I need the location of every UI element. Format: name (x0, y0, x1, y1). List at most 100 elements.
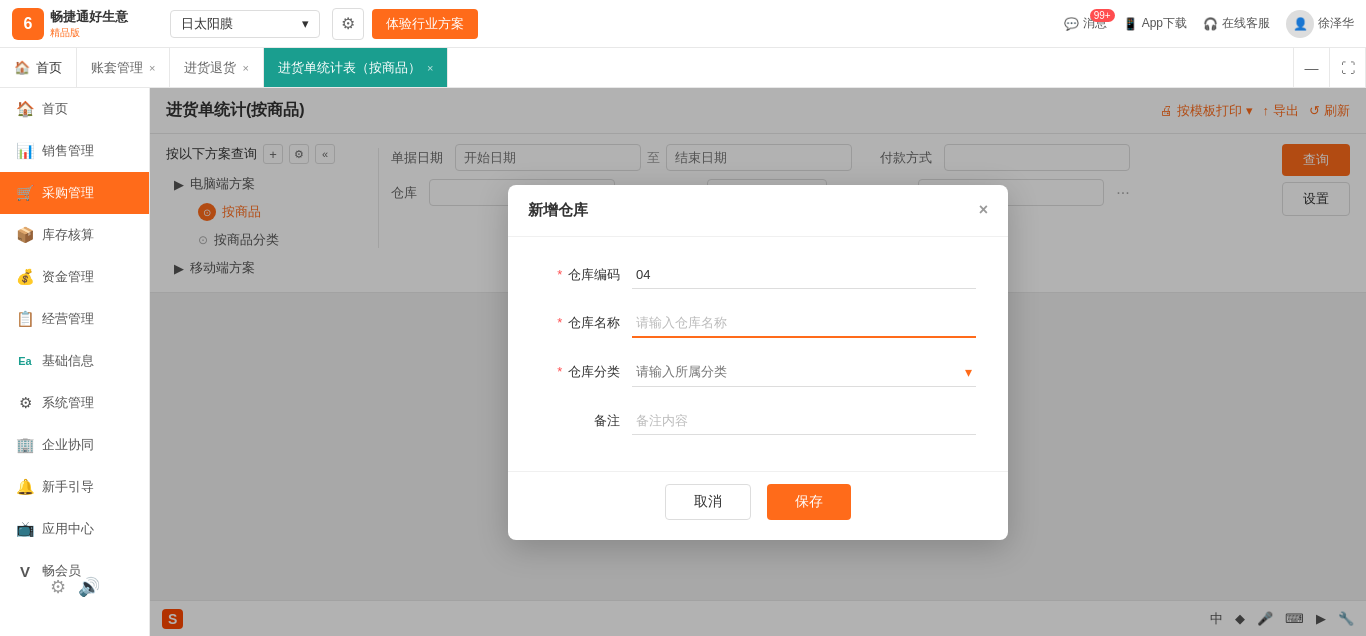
sidebar-item-enterprise[interactable]: 🏢 企业协同 (0, 424, 149, 466)
sidebar-item-guide[interactable]: 🔔 新手引导 (0, 466, 149, 508)
finance-icon: 💰 (16, 268, 34, 286)
enterprise-icon: 🏢 (16, 436, 34, 454)
tab-minimize-button[interactable]: — (1294, 48, 1330, 88)
category-label: * 仓库分类 (540, 363, 620, 381)
home-icon: 🏠 (14, 60, 30, 75)
category-input[interactable] (636, 364, 965, 379)
note-input[interactable] (632, 407, 976, 435)
sidebar-item-inventory[interactable]: 📦 库存核算 (0, 214, 149, 256)
note-label: 备注 (540, 412, 620, 430)
sidebar-item-purchase-label: 采购管理 (42, 184, 94, 202)
top-header: 6 畅捷通好生意 精品版 日太阳膜 ▾ ⚙ 体验行业方案 💬 消息 99+ 📱 … (0, 0, 1366, 48)
sidebar-item-basic-info-label: 基础信息 (42, 352, 94, 370)
sales-icon: 📊 (16, 142, 34, 160)
content-area: 进货单统计(按商品) 🖨 按模板打印 ▾ ↑ 导出 ↺ 刷新 (150, 88, 1366, 636)
tab-right-buttons: — ⛶ (1293, 48, 1366, 88)
sidebar-item-finance-label: 资金管理 (42, 268, 94, 286)
sidebar: 🏠 首页 📊 销售管理 🛒 采购管理 📦 库存核算 💰 资金管理 📋 经营管理 … (0, 88, 150, 636)
tab-account[interactable]: 账套管理 × (77, 48, 170, 87)
form-row-note: 备注 (540, 407, 976, 435)
operations-icon: 📋 (16, 310, 34, 328)
sidebar-item-sales-label: 销售管理 (42, 142, 94, 160)
basic-info-icon: Ea (16, 352, 34, 370)
sidebar-item-system-label: 系统管理 (42, 394, 94, 412)
form-row-category: * 仓库分类 ▾ (540, 358, 976, 387)
user-info[interactable]: 👤 徐泽华 (1286, 10, 1354, 38)
settings-gear-button[interactable]: ⚙ (332, 8, 364, 40)
home-sidebar-icon: 🏠 (16, 100, 34, 118)
sidebar-item-home[interactable]: 🏠 首页 (0, 88, 149, 130)
tab-purchase-stats-close-icon[interactable]: × (427, 62, 433, 74)
app-download-button[interactable]: 📱 App下载 (1123, 15, 1187, 32)
logo-icon: 6 (12, 8, 44, 40)
dialog-title: 新增仓库 (528, 201, 588, 220)
category-dropdown-icon: ▾ (965, 364, 972, 380)
gear-icon: ⚙ (341, 14, 355, 33)
dialog-header: 新增仓库 × (508, 185, 1008, 237)
sidebar-item-sales[interactable]: 📊 销售管理 (0, 130, 149, 172)
header-actions: ⚙ 体验行业方案 (332, 8, 478, 40)
warehouse-code-input[interactable] (632, 261, 976, 289)
tab-account-label: 账套管理 (91, 59, 143, 77)
sidebar-item-finance[interactable]: 💰 资金管理 (0, 256, 149, 298)
tab-purchase-stats-label: 进货单统计表（按商品） (278, 59, 421, 77)
save-button[interactable]: 保存 (767, 484, 851, 520)
dialog-footer: 取消 保存 (508, 471, 1008, 540)
experience-industry-button[interactable]: 体验行业方案 (372, 9, 478, 39)
inventory-icon: 📦 (16, 226, 34, 244)
tab-purchase-stats[interactable]: 进货单统计表（按商品） × (264, 48, 448, 87)
tab-account-close-icon[interactable]: × (149, 62, 155, 74)
app-icon: 📱 (1123, 17, 1138, 31)
sidebar-item-basic-info[interactable]: Ea 基础信息 (0, 340, 149, 382)
purchase-icon: 🛒 (16, 184, 34, 202)
sidebar-item-guide-label: 新手引导 (42, 478, 94, 496)
new-warehouse-dialog: 新增仓库 × * 仓库编码 * (508, 185, 1008, 540)
sidebar-bottom-settings-icon[interactable]: ⚙ (50, 576, 66, 598)
minimize-icon: — (1305, 60, 1319, 76)
tab-purchase-return[interactable]: 进货退货 × (170, 48, 263, 87)
name-label: * 仓库名称 (540, 314, 620, 332)
main-layout: 🏠 首页 📊 销售管理 🛒 采购管理 📦 库存核算 💰 资金管理 📋 经营管理 … (0, 88, 1366, 636)
tab-purchase-return-close-icon[interactable]: × (242, 62, 248, 74)
dialog-close-button[interactable]: × (979, 201, 988, 219)
code-label: * 仓库编码 (540, 266, 620, 284)
warehouse-name-input[interactable] (632, 309, 976, 338)
logo-sub-text: 精品版 (50, 26, 128, 40)
dialog-body: * 仓库编码 * 仓库名称 (508, 237, 1008, 471)
logo-main-text: 畅捷通好生意 (50, 8, 128, 26)
category-select-row[interactable]: ▾ (632, 358, 976, 387)
maximize-icon: ⛶ (1341, 60, 1355, 76)
store-name: 日太阳膜 (181, 15, 233, 33)
required-star-category: * (557, 364, 562, 379)
cancel-button[interactable]: 取消 (665, 484, 751, 520)
sidebar-item-operations-label: 经营管理 (42, 310, 94, 328)
form-row-code: * 仓库编码 (540, 261, 976, 289)
required-star-name: * (557, 315, 562, 330)
sidebar-bottom-speaker-icon[interactable]: 🔊 (78, 576, 100, 598)
store-dropdown-icon: ▾ (302, 16, 309, 31)
sidebar-item-purchase[interactable]: 🛒 采购管理 (0, 172, 149, 214)
logo-area: 6 畅捷通好生意 精品版 (12, 8, 162, 40)
logo-text: 畅捷通好生意 精品版 (50, 8, 128, 40)
sidebar-item-inventory-label: 库存核算 (42, 226, 94, 244)
guide-icon: 🔔 (16, 478, 34, 496)
username: 徐泽华 (1318, 15, 1354, 32)
tab-home[interactable]: 🏠 首页 (0, 48, 77, 87)
message-button[interactable]: 💬 消息 99+ (1064, 15, 1107, 32)
sidebar-item-app-center[interactable]: 📺 应用中心 (0, 508, 149, 550)
message-icon: 💬 (1064, 17, 1079, 31)
headset-icon: 🎧 (1203, 17, 1218, 31)
sidebar-item-enterprise-label: 企业协同 (42, 436, 94, 454)
message-badge: 99+ (1090, 9, 1115, 22)
tab-bar: 🏠 首页 账套管理 × 进货退货 × 进货单统计表（按商品） × — ⛶ (0, 48, 1366, 88)
sidebar-item-home-label: 首页 (42, 100, 68, 118)
sidebar-item-operations[interactable]: 📋 经营管理 (0, 298, 149, 340)
tab-home-label: 首页 (36, 59, 62, 77)
modal-overlay[interactable]: 新增仓库 × * 仓库编码 * (150, 88, 1366, 636)
tab-maximize-button[interactable]: ⛶ (1330, 48, 1366, 88)
header-right: 💬 消息 99+ 📱 App下载 🎧 在线客服 👤 徐泽华 (1064, 10, 1354, 38)
sidebar-item-system[interactable]: ⚙ 系统管理 (0, 382, 149, 424)
store-selector[interactable]: 日太阳膜 ▾ (170, 10, 320, 38)
online-service-button[interactable]: 🎧 在线客服 (1203, 15, 1270, 32)
form-row-name: * 仓库名称 (540, 309, 976, 338)
